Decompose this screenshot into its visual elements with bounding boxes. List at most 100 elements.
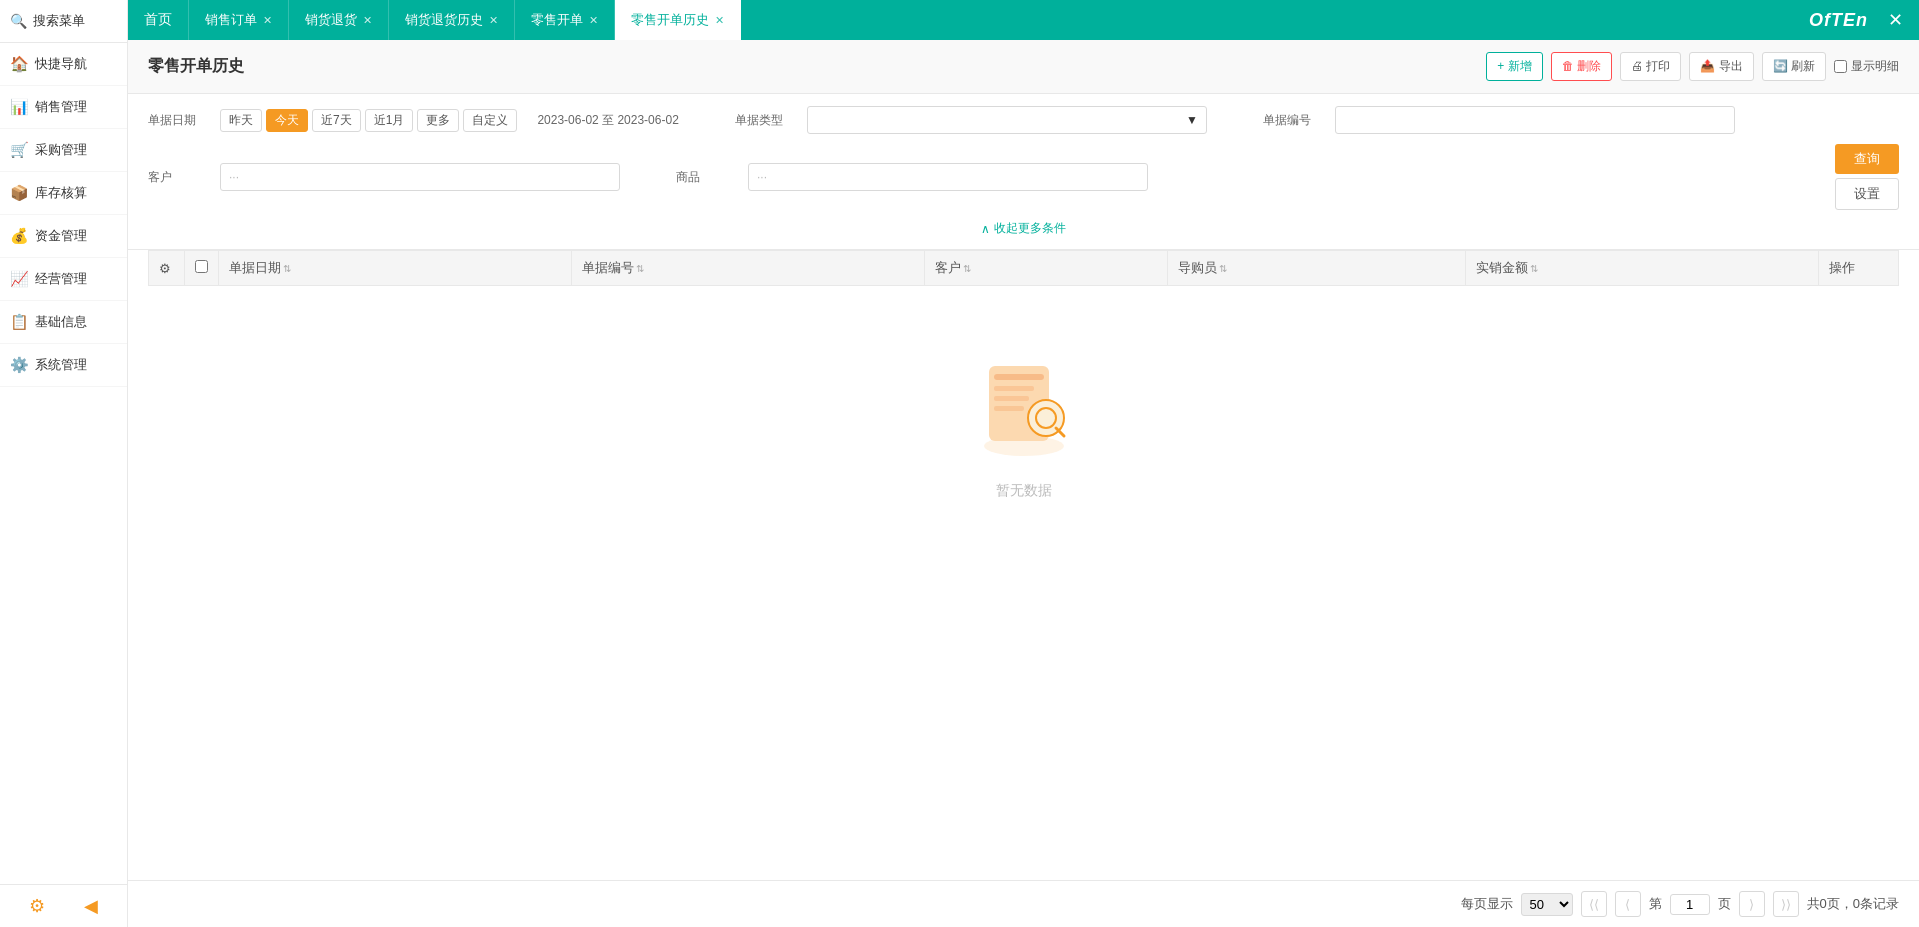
export-button[interactable]: 📤 导出 xyxy=(1689,52,1753,81)
tab-close-sales-order[interactable]: ✕ xyxy=(263,14,272,27)
product-input[interactable]: ··· xyxy=(748,163,1148,191)
filter-settings-button[interactable]: 设置 xyxy=(1835,178,1899,210)
first-page-button[interactable]: ⟨⟨ xyxy=(1581,891,1607,917)
date-label: 单据日期 xyxy=(148,112,204,129)
table-head: ⚙ 单据日期⇅ 单据编号⇅ 客户⇅ 导购员⇅ 实销金额⇅ 操作 xyxy=(149,251,1899,286)
display-detail-checkbox[interactable] xyxy=(1834,60,1847,73)
sidebar-item-quick-nav[interactable]: 🏠 快捷导航 xyxy=(0,43,127,86)
empty-icon xyxy=(964,346,1084,466)
sidebar-item-operations-mgmt[interactable]: 📈经营管理 xyxy=(0,258,127,301)
tab-sales-return[interactable]: 销货退货 ✕ xyxy=(289,0,389,40)
sort-customer-icon[interactable]: ⇅ xyxy=(963,263,971,274)
date-btn-yesterday[interactable]: 昨天 xyxy=(220,109,262,132)
tab-close-retail-open[interactable]: ✕ xyxy=(589,14,598,27)
sidebar-search-label: 搜索菜单 xyxy=(33,12,85,30)
sidebar-item-basic-info[interactable]: 📋基础信息 xyxy=(0,301,127,344)
empty-state: 暂无数据 xyxy=(148,286,1899,560)
sort-date-icon[interactable]: ⇅ xyxy=(283,263,291,274)
next-page-button[interactable]: ⟩ xyxy=(1739,891,1765,917)
sidebar-item-label: 基础信息 xyxy=(35,313,87,331)
tab-label-home: 首页 xyxy=(144,11,172,29)
sidebar-item-label: 快捷导航 xyxy=(35,55,87,73)
sidebar-item-label: 销售管理 xyxy=(35,98,87,116)
product-label: 商品 xyxy=(676,169,732,186)
add-button[interactable]: + 新增 xyxy=(1486,52,1542,81)
sidebar-menu: 🏠 快捷导航 📊销售管理🛒采购管理 📦 库存核算 💰资金管理📈经营管理📋基础信息⚙️系统管… xyxy=(0,43,127,884)
quick-nav-icon: 🏠 xyxy=(10,55,29,73)
sidebar-footer: ⚙ ◀ xyxy=(0,884,127,927)
total-records: 共0页，0条记录 xyxy=(1807,895,1899,913)
window-close-button[interactable]: ✕ xyxy=(1888,9,1903,31)
th-amount: 实销金额⇅ xyxy=(1465,251,1818,286)
order-no-label: 单据编号 xyxy=(1263,112,1319,129)
tab-home[interactable]: 首页 xyxy=(128,0,189,40)
sidebar-item-purchase-mgmt[interactable]: 🛒采购管理 xyxy=(0,129,127,172)
tab-close-sales-return-history[interactable]: ✕ xyxy=(489,14,498,27)
sidebar-item-inventory[interactable]: 📦 库存核算 xyxy=(0,172,127,215)
sidebar-item-label: 系统管理 xyxy=(35,356,87,374)
sort-salesperson-icon[interactable]: ⇅ xyxy=(1219,263,1227,274)
refresh-button[interactable]: 🔄 刷新 xyxy=(1762,52,1826,81)
th-order-no: 单据编号⇅ xyxy=(572,251,925,286)
page-input[interactable] xyxy=(1670,894,1710,915)
order-type-select[interactable]: ▼ xyxy=(807,106,1207,134)
tab-label-retail-open-history: 零售开单历史 xyxy=(631,11,709,29)
tab-sales-return-history[interactable]: 销货退货历史 ✕ xyxy=(389,0,515,40)
delete-button[interactable]: 🗑 删除 xyxy=(1551,52,1612,81)
customer-label: 客户 xyxy=(148,169,204,186)
date-btn-today[interactable]: 今天 xyxy=(266,109,308,132)
tab-retail-open[interactable]: 零售开单 ✕ xyxy=(515,0,615,40)
sidebar-item-label: 库存核算 xyxy=(35,184,87,202)
last-page-button[interactable]: ⟩⟩ xyxy=(1773,891,1799,917)
page-suffix: 页 xyxy=(1718,895,1731,913)
order-type-arrow: ▼ xyxy=(1186,113,1198,127)
collapse-sidebar-icon[interactable]: ◀ xyxy=(84,895,98,917)
tab-label-retail-open: 零售开单 xyxy=(531,11,583,29)
query-button[interactable]: 查询 xyxy=(1835,144,1899,174)
date-btn-last7[interactable]: 近7天 xyxy=(312,109,361,132)
settings-icon[interactable]: ⚙ xyxy=(29,895,45,917)
sort-amount-icon[interactable]: ⇅ xyxy=(1530,263,1538,274)
th-settings[interactable]: ⚙ xyxy=(149,251,185,286)
tab-sales-order[interactable]: 销售订单✕ xyxy=(189,0,289,40)
sidebar-item-label: 采购管理 xyxy=(35,141,87,159)
top-right: OfTEn ✕ xyxy=(1809,9,1919,31)
date-btn-more[interactable]: 更多 xyxy=(417,109,459,132)
sidebar-item-sales-mgmt[interactable]: 📊销售管理 xyxy=(0,86,127,129)
svg-rect-3 xyxy=(994,386,1034,391)
print-button[interactable]: 🖨 打印 xyxy=(1620,52,1681,81)
th-checkbox[interactable] xyxy=(185,251,219,286)
date-btn-last_month[interactable]: 近1月 xyxy=(365,109,414,132)
product-placeholder: ··· xyxy=(757,170,767,184)
sidebar-item-finance-mgmt[interactable]: 💰资金管理 xyxy=(0,215,127,258)
sidebar-search[interactable]: 🔍 搜索菜单 xyxy=(0,0,127,43)
per-page-select[interactable]: 10 20 50 100 xyxy=(1521,893,1573,916)
th-customer: 客户⇅ xyxy=(925,251,1168,286)
customer-input[interactable]: ··· xyxy=(220,163,620,191)
inventory-icon: 📦 xyxy=(10,184,29,202)
tab-label-sales-return-history: 销货退货历史 xyxy=(405,11,483,29)
svg-rect-2 xyxy=(994,374,1044,380)
tab-label-sales-return: 销货退货 xyxy=(305,11,357,29)
date-buttons: 昨天今天近7天近1月更多自定义 xyxy=(220,109,517,132)
empty-text: 暂无数据 xyxy=(996,482,1052,500)
tab-retail-open-history[interactable]: 零售开单历史 ✕ xyxy=(615,0,741,40)
page-content: 零售开单历史 + 新增 🗑 删除 🖨 打印 📤 导出 🔄 刷新 显示明细 单据日… xyxy=(128,40,1919,927)
date-btn-custom[interactable]: 自定义 xyxy=(463,109,517,132)
order-type-label: 单据类型 xyxy=(735,112,791,129)
th-action: 操作 xyxy=(1819,251,1899,286)
customer-placeholder: ··· xyxy=(229,170,239,184)
tab-close-sales-return[interactable]: ✕ xyxy=(363,14,372,27)
collapse-filter-button[interactable]: ∧ 收起更多条件 xyxy=(981,220,1066,241)
sort-orderno-icon[interactable]: ⇅ xyxy=(636,263,644,274)
display-detail-toggle[interactable]: 显示明细 xyxy=(1834,58,1899,75)
sidebar-item-label: 资金管理 xyxy=(35,227,87,245)
sidebar-item-system-mgmt[interactable]: ⚙️系统管理 xyxy=(0,344,127,387)
page-header: 零售开单历史 + 新增 🗑 删除 🖨 打印 📤 导出 🔄 刷新 显示明细 xyxy=(128,40,1919,94)
per-page-label: 每页显示 xyxy=(1461,895,1513,913)
tab-close-retail-open-history[interactable]: ✕ xyxy=(715,14,724,27)
prev-page-button[interactable]: ⟨ xyxy=(1615,891,1641,917)
filter-row-2: 客户 ··· 商品 ··· 查询 设置 xyxy=(148,144,1899,210)
select-all-checkbox[interactable] xyxy=(195,260,208,273)
order-no-input[interactable] xyxy=(1335,106,1735,134)
